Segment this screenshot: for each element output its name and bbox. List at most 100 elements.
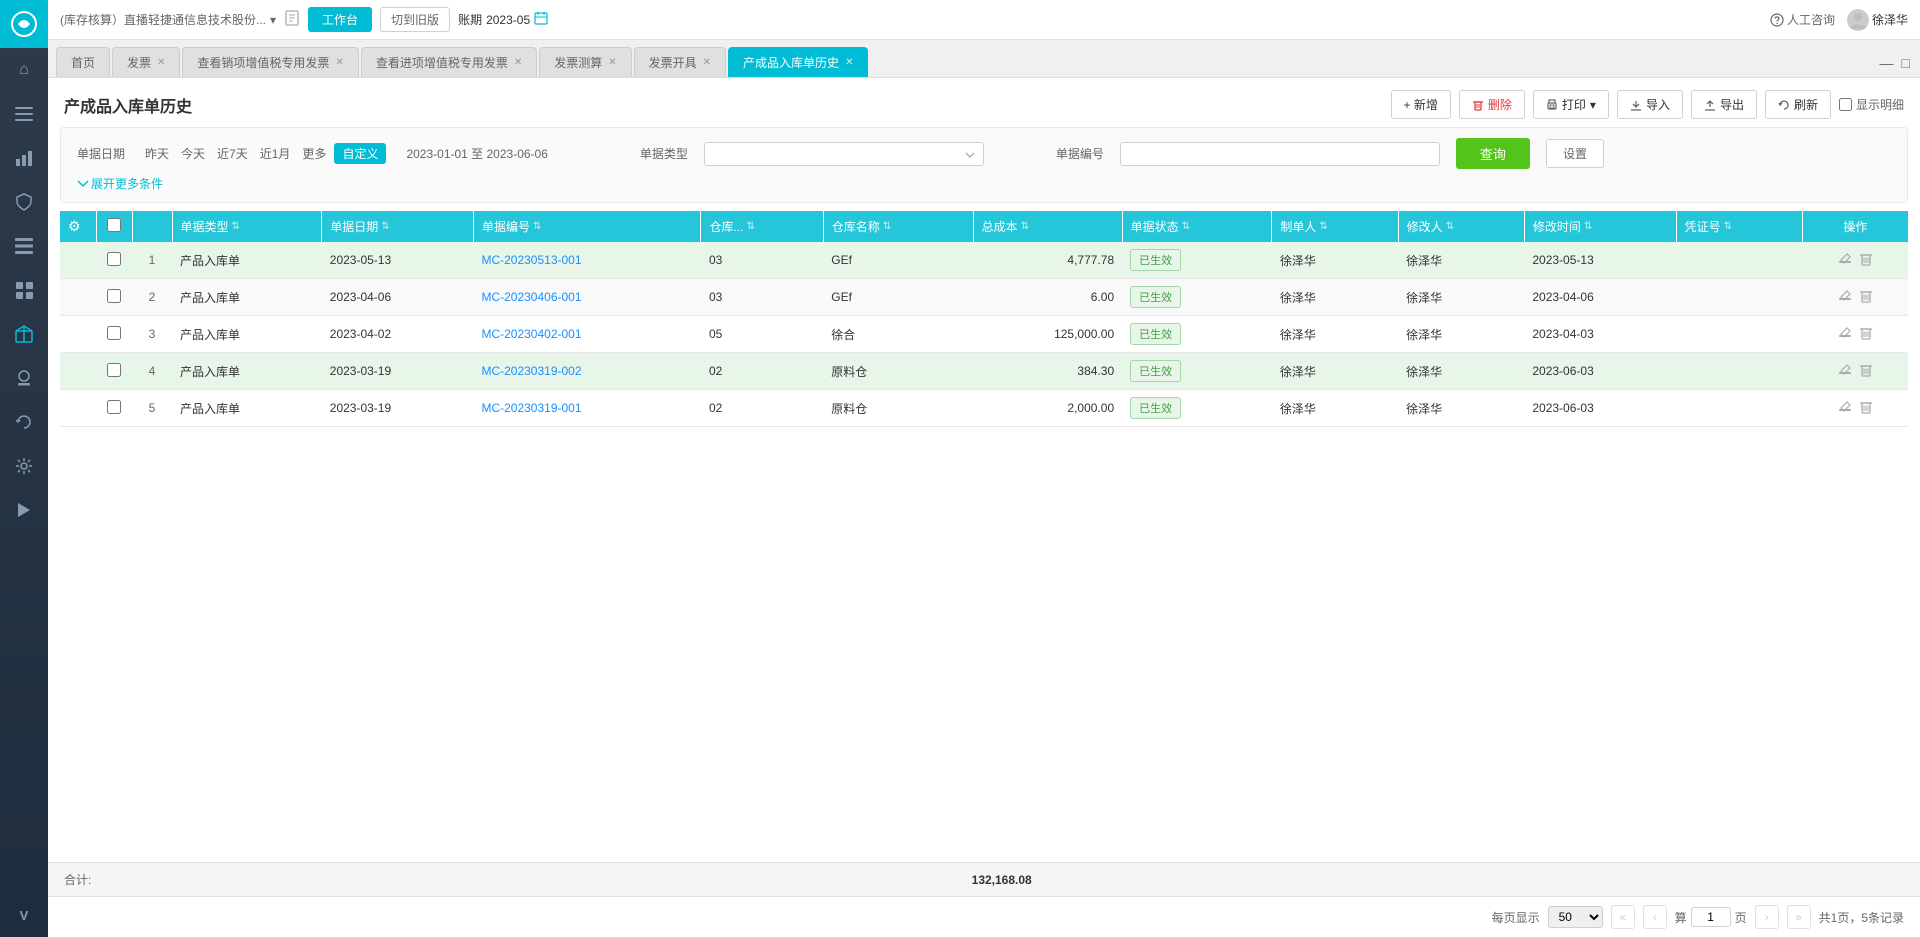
row-checkbox[interactable] — [107, 363, 121, 377]
next-page-button[interactable]: › — [1755, 905, 1779, 929]
number-col-header[interactable]: 单据编号⇅ — [473, 211, 701, 242]
edit-icon[interactable] — [1836, 401, 1858, 417]
tab-open-close[interactable]: ✕ — [703, 58, 711, 68]
sidebar-item-version[interactable]: V — [0, 893, 48, 937]
row-checkbox-cell — [96, 242, 132, 279]
modifier-col-header[interactable]: 修改人⇅ — [1398, 211, 1524, 242]
row-checkbox[interactable] — [107, 326, 121, 340]
month-btn[interactable]: 近1月 — [256, 143, 295, 164]
modify-time-col-header[interactable]: 修改时间⇅ — [1524, 211, 1676, 242]
select-all-checkbox[interactable] — [107, 218, 121, 232]
row-number-link[interactable]: MC-20230402-001 — [481, 327, 581, 341]
new-button[interactable]: + 新增 — [1391, 90, 1451, 119]
row-creator: 徐泽华 — [1272, 390, 1398, 427]
sidebar-item-list[interactable] — [0, 224, 48, 268]
refresh-button[interactable]: 刷新 — [1765, 90, 1831, 119]
row-number-link[interactable]: MC-20230319-001 — [481, 401, 581, 415]
delete-row-icon[interactable] — [1858, 290, 1874, 306]
sidebar-item-refresh[interactable] — [0, 400, 48, 444]
sidebar-item-package[interactable] — [0, 312, 48, 356]
more-btn[interactable]: 更多 — [298, 143, 330, 164]
type-col-header[interactable]: 单据类型⇅ — [172, 211, 322, 242]
tab-invoice-label: 发票 — [127, 54, 151, 71]
print-dropdown-icon[interactable]: ▾ — [1590, 98, 1596, 112]
row-checkbox[interactable] — [107, 400, 121, 414]
display-toggle-checkbox[interactable] — [1839, 98, 1852, 111]
tab-history[interactable]: 产成品入库单历史 ✕ — [728, 47, 868, 77]
sidebar-item-stamp[interactable] — [0, 356, 48, 400]
tab-invoice-close[interactable]: ✕ — [157, 58, 165, 68]
sidebar-item-play[interactable] — [0, 488, 48, 532]
sidebar-item-menu[interactable] — [0, 92, 48, 136]
prev-page-button[interactable]: ‹ — [1643, 905, 1667, 929]
support-button[interactable]: 人工咨询 — [1770, 11, 1835, 28]
column-settings-button[interactable]: ⚙ — [68, 218, 81, 235]
print-button[interactable]: 打印 ▾ — [1533, 90, 1609, 119]
page-number-input[interactable] — [1691, 907, 1731, 927]
row-number-link[interactable]: MC-20230406-001 — [481, 290, 581, 304]
sidebar-item-grid[interactable] — [0, 268, 48, 312]
row-checkbox[interactable] — [107, 289, 121, 303]
sidebar-item-home[interactable]: ⌂ — [0, 48, 48, 92]
warehouse-name-col-header[interactable]: 仓库名称⇅ — [823, 211, 973, 242]
sidebar-item-chart[interactable] — [0, 136, 48, 180]
user-name-display[interactable]: 徐泽华 — [1847, 9, 1908, 31]
workbench-button[interactable]: 工作台 — [308, 7, 372, 32]
query-button[interactable]: 查询 — [1456, 138, 1530, 169]
tab-calc-close[interactable]: ✕ — [608, 58, 616, 68]
total-cost-col-header[interactable]: 总成本⇅ — [973, 211, 1122, 242]
creator-col-header[interactable]: 制单人⇅ — [1272, 211, 1398, 242]
type-select[interactable] — [704, 142, 984, 166]
row-number: MC-20230319-001 — [473, 390, 701, 427]
expand-conditions-button[interactable]: 展开更多条件 — [77, 175, 163, 192]
delete-row-icon[interactable] — [1858, 401, 1874, 417]
delete-button[interactable]: 删除 — [1459, 90, 1525, 119]
maximize-button[interactable]: □ — [1900, 53, 1912, 73]
set-button[interactable]: 设置 — [1546, 139, 1604, 168]
edit-icon[interactable] — [1836, 253, 1858, 269]
row-checkbox[interactable] — [107, 252, 121, 266]
tab-calc[interactable]: 发票测算 ✕ — [539, 47, 631, 77]
delete-row-icon[interactable] — [1858, 253, 1874, 269]
tab-history-close[interactable]: ✕ — [845, 58, 853, 68]
sidebar-item-settings[interactable] — [0, 444, 48, 488]
display-toggle[interactable]: 显示明细 — [1839, 96, 1904, 113]
row-number-link[interactable]: MC-20230513-001 — [481, 253, 581, 267]
date-col-header[interactable]: 单据日期⇅ — [322, 211, 474, 242]
tab-sales-vat-close[interactable]: ✕ — [335, 58, 343, 68]
tab-open[interactable]: 发票开具 ✕ — [634, 47, 726, 77]
yesterday-btn[interactable]: 昨天 — [141, 143, 173, 164]
row-status: 已生效 — [1122, 353, 1272, 390]
delete-row-icon[interactable] — [1858, 364, 1874, 380]
voucher-col-header[interactable]: 凭证号⇅ — [1676, 211, 1802, 242]
edit-icon[interactable] — [1836, 290, 1858, 306]
tab-invoice[interactable]: 发票 ✕ — [112, 47, 180, 77]
tab-input-vat-close[interactable]: ✕ — [514, 58, 522, 68]
warehouse-code-col-header[interactable]: 仓库...⇅ — [701, 211, 823, 242]
calendar-icon[interactable] — [534, 11, 548, 28]
first-page-button[interactable]: « — [1611, 905, 1635, 929]
export-button[interactable]: 导出 — [1691, 90, 1757, 119]
status-badge: 已生效 — [1130, 397, 1181, 419]
import-button[interactable]: 导入 — [1617, 90, 1683, 119]
edit-icon[interactable] — [1836, 327, 1858, 343]
row-number-link[interactable]: MC-20230319-002 — [481, 364, 581, 378]
delete-row-icon[interactable] — [1858, 327, 1874, 343]
chevron-down-icon[interactable]: ▾ — [270, 13, 276, 27]
number-input[interactable] — [1120, 142, 1440, 166]
sidebar-item-shield[interactable] — [0, 180, 48, 224]
row-type: 产品入库单 — [172, 316, 322, 353]
tab-input-vat[interactable]: 查看进项增值税专用发票 ✕ — [361, 47, 537, 77]
tab-home[interactable]: 首页 — [56, 47, 110, 77]
minimize-button[interactable]: — — [1878, 53, 1896, 73]
status-col-header[interactable]: 单据状态⇅ — [1122, 211, 1272, 242]
switch-old-version-button[interactable]: 切到旧版 — [380, 7, 450, 32]
per-page-select[interactable]: 50 10 20 100 — [1548, 906, 1603, 928]
edit-icon[interactable] — [1836, 364, 1858, 380]
today-btn[interactable]: 今天 — [177, 143, 209, 164]
row-num: 3 — [132, 316, 172, 353]
week-btn[interactable]: 近7天 — [213, 143, 252, 164]
custom-btn[interactable]: 自定义 — [334, 143, 386, 164]
last-page-button[interactable]: » — [1787, 905, 1811, 929]
tab-sales-vat[interactable]: 查看销项增值税专用发票 ✕ — [182, 47, 358, 77]
